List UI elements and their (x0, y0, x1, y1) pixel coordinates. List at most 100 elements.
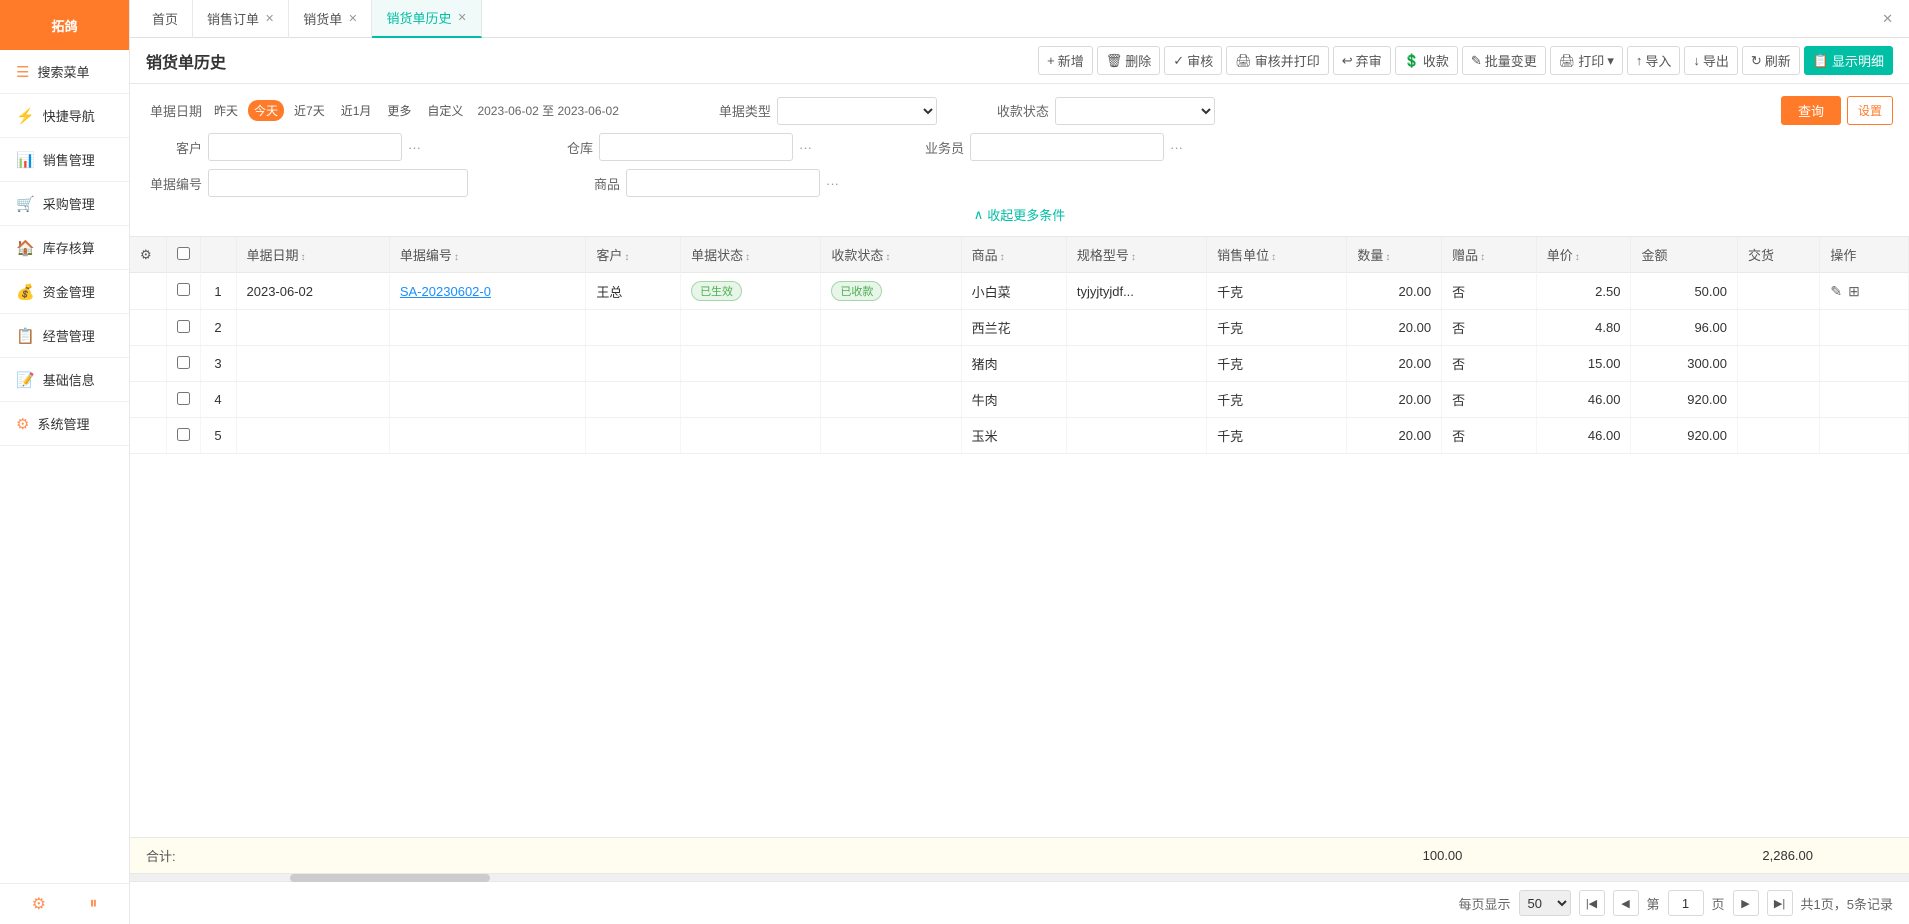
th-unit[interactable]: 销售单位↕ (1207, 237, 1347, 273)
abandon-button[interactable]: ↩ 弃审 (1333, 46, 1391, 75)
print-button[interactable]: 🖨 打印 ▾ (1550, 46, 1623, 75)
product-input[interactable] (626, 169, 820, 197)
last-page-button[interactable]: ▶| (1767, 890, 1793, 916)
salesperson-input[interactable] (970, 133, 1164, 161)
filter-settings-button[interactable]: 设置 (1847, 96, 1893, 125)
th-doc-date[interactable]: 单据日期↕ (236, 237, 389, 273)
cell-actions (1820, 418, 1909, 454)
cell-quantity: 20.00 (1347, 382, 1442, 418)
salesperson-picker-icon[interactable]: ··· (1170, 140, 1183, 155)
cell-unit-price: 15.00 (1536, 346, 1631, 382)
th-doc-number[interactable]: 单据编号↕ (389, 237, 585, 273)
doc-type-select[interactable] (777, 97, 937, 125)
total-amount: 2,286.00 (1762, 848, 1813, 863)
row-checkbox[interactable] (177, 320, 190, 333)
audit-print-button[interactable]: 🖨 审核并打印 (1226, 46, 1329, 75)
th-transaction: 交货 (1738, 237, 1820, 273)
page-size-select[interactable]: 50 20 100 (1519, 890, 1571, 916)
th-spec[interactable]: 规格型号↕ (1066, 237, 1206, 273)
th-settings[interactable]: ⚙ (130, 237, 166, 273)
sidebar-item-basic-info[interactable]: 📝 基础信息 (0, 358, 129, 402)
warehouse-picker-icon[interactable]: ··· (799, 140, 812, 155)
next-page-button[interactable]: ▶ (1733, 890, 1759, 916)
delete-button[interactable]: 🗑 删除 (1097, 46, 1161, 75)
show-detail-button[interactable]: 📋 显示明细 (1804, 46, 1893, 75)
query-button[interactable]: 查询 (1781, 96, 1841, 125)
tab-close-sales-goods[interactable]: ✕ (348, 12, 357, 25)
date-more[interactable]: 更多 (381, 100, 417, 121)
warehouse-input[interactable] (599, 133, 793, 161)
horizontal-scrollbar[interactable] (130, 873, 1909, 881)
customer-filter: 客户 ··· (146, 133, 421, 161)
doc-number-link[interactable]: SA-20230602-0 (400, 284, 491, 299)
customer-picker-icon[interactable]: ··· (408, 140, 421, 155)
th-unit-price[interactable]: 单价↕ (1536, 237, 1631, 273)
copy-action-icon[interactable]: ⊞ (1848, 283, 1860, 300)
import-button[interactable]: ↑ 导入 (1627, 46, 1681, 75)
prev-page-button[interactable]: ◀ (1613, 890, 1639, 916)
sidebar-item-label: 库存核算 (43, 238, 95, 257)
cell-spec (1066, 418, 1206, 454)
date-today[interactable]: 今天 (248, 100, 284, 121)
date-custom[interactable]: 自定义 (421, 100, 469, 121)
sidebar-item-quick-nav[interactable]: ⚡ 快捷导航 (0, 94, 129, 138)
row-checkbox[interactable] (177, 392, 190, 405)
settings-footer-icon[interactable]: ⚙ (32, 894, 46, 914)
doc-number-label: 单据编号 (146, 174, 202, 193)
date-yesterday[interactable]: 昨天 (208, 100, 244, 121)
row-checkbox[interactable] (177, 428, 190, 441)
sidebar-item-finance[interactable]: 💰 资金管理 (0, 270, 129, 314)
add-button[interactable]: + 新增 (1038, 46, 1093, 75)
collect-button[interactable]: 💲 收款 (1395, 46, 1458, 75)
sidebar-item-operations[interactable]: 📋 经营管理 (0, 314, 129, 358)
edit-action-icon[interactable]: ✎ (1830, 283, 1842, 300)
row-checkbox[interactable] (177, 356, 190, 369)
inventory-icon: 🏠 (16, 239, 35, 257)
cell-checkbox (166, 273, 200, 310)
th-product[interactable]: 商品↕ (961, 237, 1066, 273)
th-customer[interactable]: 客户↕ (586, 237, 681, 273)
tab-close-sales-order[interactable]: ✕ (265, 12, 274, 25)
batch-change-button[interactable]: ✎ 批量变更 (1462, 46, 1546, 75)
sidebar-item-sales-mgmt[interactable]: 📊 销售管理 (0, 138, 129, 182)
customer-input[interactable] (208, 133, 402, 161)
cell-doc-status (681, 310, 821, 346)
refresh-icon: ↻ (1751, 53, 1762, 69)
audit-button[interactable]: ✓ 审核 (1164, 46, 1222, 75)
tab-close-sales-history[interactable]: ✕ (458, 11, 467, 24)
tab-sales-history[interactable]: 销货单历史 ✕ (372, 0, 481, 38)
doc-number-input[interactable] (208, 169, 468, 197)
warehouse-label: 仓库 (537, 138, 593, 157)
pause-footer-icon[interactable]: ⏸ (89, 895, 97, 913)
scrollbar-thumb[interactable] (290, 874, 490, 882)
select-all-checkbox[interactable] (177, 247, 190, 260)
th-quantity[interactable]: 数量↕ (1347, 237, 1442, 273)
cell-amount: 920.00 (1631, 418, 1738, 454)
warehouse-filter: 仓库 ··· (537, 133, 812, 161)
tab-sales-order[interactable]: 销售订单 ✕ (193, 0, 289, 38)
payment-status-select[interactable] (1055, 97, 1215, 125)
tab-home[interactable]: 首页 (138, 0, 193, 38)
cell-doc-number (389, 346, 585, 382)
sidebar-item-system[interactable]: ⚙ 系统管理 (0, 402, 129, 446)
sidebar-item-purchase-mgmt[interactable]: 🛒 采购管理 (0, 182, 129, 226)
first-page-button[interactable]: |◀ (1579, 890, 1605, 916)
th-doc-status[interactable]: 单据状态↕ (681, 237, 821, 273)
page-number-input[interactable] (1668, 890, 1704, 916)
sidebar-item-search-menu[interactable]: ☰ 搜索菜单 (0, 50, 129, 94)
row-checkbox[interactable] (177, 283, 190, 296)
export-button[interactable]: ↓ 导出 (1684, 46, 1738, 75)
th-gift[interactable]: 赠品↕ (1442, 237, 1537, 273)
tab-sales-goods[interactable]: 销货单 ✕ (289, 0, 372, 38)
cell-doc-status: 已生效 (681, 273, 821, 310)
refresh-button[interactable]: ↻ 刷新 (1742, 46, 1800, 75)
collapse-filter-button[interactable]: ∧ 收起更多条件 (974, 205, 1066, 224)
product-picker-icon[interactable]: ··· (826, 176, 839, 191)
th-payment-status[interactable]: 收款状态↕ (821, 237, 961, 273)
sidebar-item-inventory[interactable]: 🏠 库存核算 (0, 226, 129, 270)
date-last7days[interactable]: 近7天 (288, 100, 331, 121)
date-last1month[interactable]: 近1月 (335, 100, 378, 121)
collapse-arrow-icon: ∧ (974, 207, 984, 223)
tab-bar-close-all[interactable]: ✕ (1874, 7, 1901, 31)
cell-quantity: 20.00 (1347, 273, 1442, 310)
